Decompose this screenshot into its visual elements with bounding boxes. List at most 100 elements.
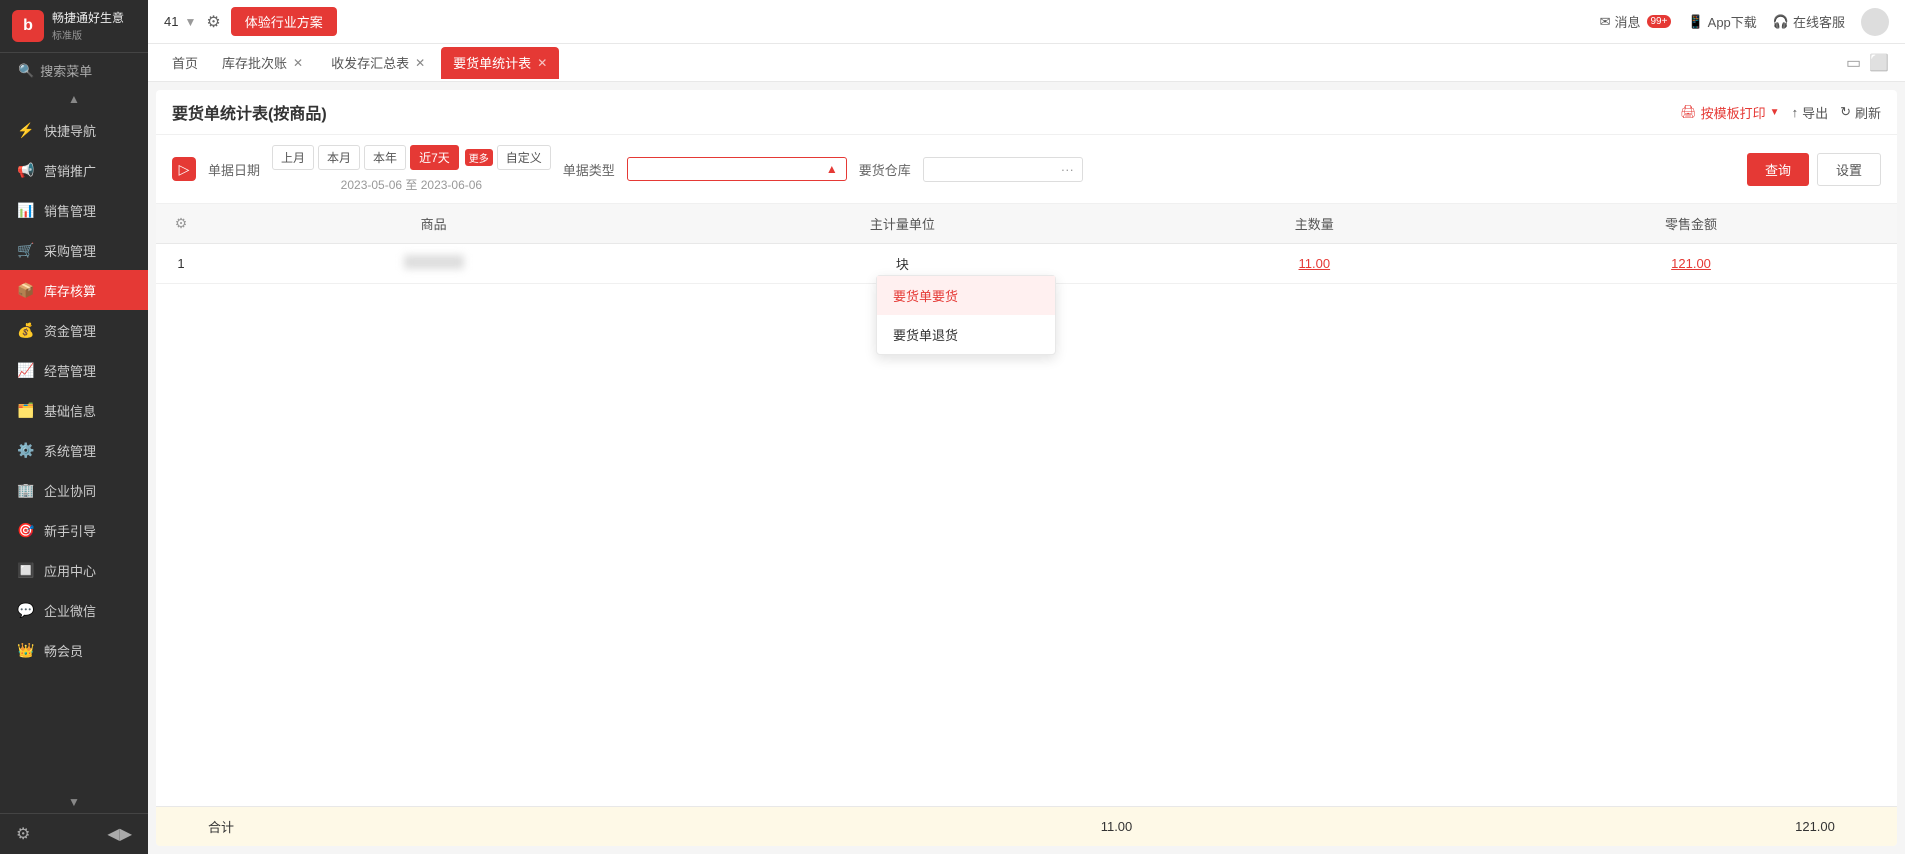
- tab-close-icon[interactable]: ✕: [415, 56, 425, 70]
- date-btn-custom[interactable]: 自定义: [497, 145, 551, 170]
- sidebar-item-enterprise[interactable]: 🏢 企业协同: [0, 470, 148, 510]
- sidebar-item-appstore[interactable]: 🔲 应用中心: [0, 550, 148, 590]
- sidebar-item-inventory[interactable]: 📦 库存核算: [0, 270, 148, 310]
- query-btn[interactable]: 查询: [1747, 153, 1809, 186]
- store-num: 41: [164, 14, 178, 29]
- tab-stock-summary[interactable]: 收发存汇总表 ✕: [319, 47, 437, 79]
- warehouse-select[interactable]: ···: [923, 157, 1083, 182]
- dropdown-item-order[interactable]: 要货单要货: [877, 276, 1055, 315]
- online-service-btn[interactable]: 🎧 在线客服: [1773, 12, 1845, 31]
- search-icon: 🔍: [18, 63, 34, 79]
- sidebar-item-quick-nav[interactable]: ⚡ 快捷导航: [0, 110, 148, 150]
- print-icon: 🖨: [1680, 104, 1697, 120]
- tab-bar: 首页 库存批次账 ✕ 收发存汇总表 ✕ 要货单统计表 ✕ ▭ ⬜: [148, 44, 1905, 82]
- sidebar-item-label: 采购管理: [44, 241, 96, 260]
- topbar-gear-icon[interactable]: ⚙: [206, 12, 220, 32]
- refresh-btn-label: 刷新: [1855, 103, 1881, 122]
- app-brand-sub: 标准版: [52, 27, 124, 42]
- sidebar-nav: ⚡ 快捷导航 📢 营销推广 📊 销售管理 🛒 采购管理 📦 库存核算 💰 资金管…: [0, 110, 148, 791]
- tab-maximize-icon[interactable]: ⬜: [1869, 53, 1889, 73]
- table-settings-icon[interactable]: ⚙: [175, 215, 188, 231]
- col-product: 商品: [206, 204, 661, 244]
- col-index: ⚙: [156, 204, 206, 244]
- operations-icon: 📈: [16, 360, 36, 380]
- tab-inventory-batch[interactable]: 库存批次账 ✕: [210, 47, 315, 79]
- app-brand-name: 畅捷通好生意: [52, 10, 124, 27]
- settings-icon[interactable]: ⚙: [16, 824, 30, 844]
- print-dropdown-arrow[interactable]: ▼: [1770, 107, 1780, 118]
- sidebar-item-label: 基础信息: [44, 401, 96, 420]
- row-qty: 11.00: [1144, 244, 1485, 284]
- table-header: ⚙ 商品 主计量单位 主数量 零售金额: [156, 204, 1897, 244]
- sidebar-item-label: 系统管理: [44, 441, 96, 460]
- type-select[interactable]: ▲: [627, 157, 847, 181]
- refresh-icon: ↻: [1840, 104, 1851, 120]
- message-icon: ✉: [1600, 14, 1611, 30]
- sidebar-scroll-up[interactable]: ▲: [0, 88, 148, 110]
- topbar: 41 ▼ ⚙ 体验行业方案 ✉ 消息 99+ 📱 App下载 🎧 在线客服: [148, 0, 1905, 44]
- sidebar-item-system[interactable]: ⚙️ 系统管理: [0, 430, 148, 470]
- sidebar-item-label: 经营管理: [44, 361, 96, 380]
- sidebar-item-marketing[interactable]: 📢 营销推广: [0, 150, 148, 190]
- sidebar-item-basic[interactable]: 🗂️ 基础信息: [0, 390, 148, 430]
- tab-close-icon[interactable]: ✕: [293, 56, 303, 70]
- warehouse-label: 要货仓库: [859, 160, 911, 179]
- row-amount: 121.00: [1485, 244, 1897, 284]
- footer-label: 合计: [168, 817, 408, 836]
- trial-btn[interactable]: 体验行业方案: [231, 7, 337, 36]
- export-icon: ↑: [1792, 105, 1799, 120]
- sidebar-item-purchase[interactable]: 🛒 采购管理: [0, 230, 148, 270]
- date-range-text: 2023-05-06 至 2023-06-06: [341, 176, 482, 193]
- settings-btn[interactable]: 设置: [1817, 153, 1881, 186]
- topbar-left: 41 ▼ ⚙ 体验行业方案: [164, 7, 337, 36]
- tab-order-statistics[interactable]: 要货单统计表 ✕: [441, 47, 559, 79]
- filter-expand-btn[interactable]: ▷: [172, 157, 196, 181]
- sidebar-search[interactable]: 🔍 搜索菜单: [0, 53, 148, 88]
- user-avatar[interactable]: [1861, 8, 1889, 36]
- sidebar-item-finance[interactable]: 💰 资金管理: [0, 310, 148, 350]
- date-btn-last-month[interactable]: 上月: [272, 145, 314, 170]
- col-unit: 主计量单位: [661, 204, 1143, 244]
- sidebar-logo: b 畅捷通好生意 标准版: [0, 0, 148, 53]
- store-dropdown-arrow[interactable]: ▼: [184, 15, 196, 29]
- sidebar-item-label: 营销推广: [44, 161, 96, 180]
- sidebar-scroll-down[interactable]: ▼: [0, 791, 148, 813]
- collapse-icon[interactable]: ◀▶: [107, 824, 132, 844]
- sidebar: b 畅捷通好生意 标准版 🔍 搜索菜单 ▲ ⚡ 快捷导航 📢 营销推广 📊 销售…: [0, 0, 148, 854]
- print-btn[interactable]: 🖨 按模板打印 ▼: [1680, 103, 1779, 122]
- sidebar-item-sales[interactable]: 📊 销售管理: [0, 190, 148, 230]
- app-download-btn[interactable]: 📱 App下载: [1687, 12, 1756, 31]
- sidebar-item-label: 应用中心: [44, 561, 96, 580]
- dropdown-item-return[interactable]: 要货单退货: [877, 315, 1055, 354]
- content-area: 要货单统计表(按商品) 🖨 按模板打印 ▼ ↑ 导出 ↻ 刷新 ▷: [156, 90, 1897, 846]
- finance-icon: 💰: [16, 320, 36, 340]
- dropdown-item-label: 要货单要货: [893, 289, 958, 304]
- tab-close-icon[interactable]: ✕: [537, 56, 547, 70]
- sidebar-item-vip[interactable]: 👑 畅会员: [0, 630, 148, 670]
- date-more-badge[interactable]: 更多: [465, 149, 493, 166]
- tab-label: 要货单统计表: [453, 53, 531, 72]
- messages-btn[interactable]: ✉ 消息 99+: [1600, 12, 1672, 31]
- refresh-btn[interactable]: ↻ 刷新: [1840, 103, 1881, 122]
- warehouse-more-icon[interactable]: ···: [1061, 162, 1074, 177]
- date-btn-7days[interactable]: 近7天: [410, 145, 459, 170]
- col-qty: 主数量: [1144, 204, 1485, 244]
- date-buttons: 上月 本月 本年 近7天 更多 自定义: [272, 145, 551, 170]
- sidebar-item-operations[interactable]: 📈 经营管理: [0, 350, 148, 390]
- sidebar-item-wechat[interactable]: 💬 企业微信: [0, 590, 148, 630]
- tab-minimize-icon[interactable]: ▭: [1846, 53, 1861, 73]
- topbar-right: ✉ 消息 99+ 📱 App下载 🎧 在线客服: [1600, 8, 1889, 36]
- table-footer: 合计 11.00 121.00: [156, 806, 1897, 846]
- sidebar-item-label: 企业微信: [44, 601, 96, 620]
- export-btn[interactable]: ↑ 导出: [1792, 103, 1829, 122]
- topbar-store-info: 41 ▼: [164, 14, 196, 29]
- filter-bar: ▷ 单据日期 上月 本月 本年 近7天 更多 自定义 2023-05-06 至 …: [156, 135, 1897, 204]
- system-icon: ⚙️: [16, 440, 36, 460]
- date-btn-this-year[interactable]: 本年: [364, 145, 406, 170]
- row-product: [206, 244, 661, 284]
- date-filter-group: 上月 本月 本年 近7天 更多 自定义 2023-05-06 至 2023-06…: [272, 145, 551, 193]
- date-btn-this-month[interactable]: 本月: [318, 145, 360, 170]
- tab-home[interactable]: 首页: [164, 47, 206, 79]
- sidebar-item-guide[interactable]: 🎯 新手引导: [0, 510, 148, 550]
- appstore-icon: 🔲: [16, 560, 36, 580]
